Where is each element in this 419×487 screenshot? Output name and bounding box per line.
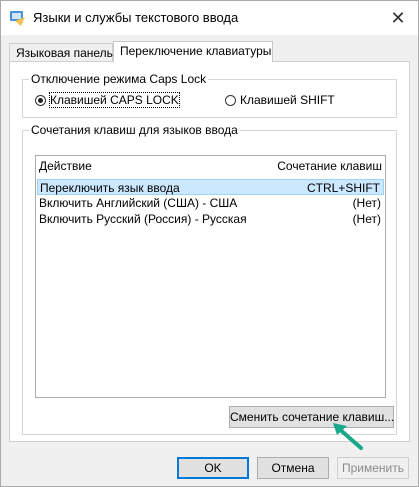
row-action: Включить Английский (США) - США bbox=[39, 196, 238, 210]
row-action: Включить Русский (Россия) - Русская bbox=[39, 212, 247, 226]
list-item[interactable]: Включить Русский (Россия) - Русская (Нет… bbox=[37, 211, 384, 227]
list-header: Действие Сочетание клавиш bbox=[36, 156, 385, 178]
hotkeys-list[interactable]: Действие Сочетание клавиш Переключить яз… bbox=[35, 155, 386, 398]
tab-language-bar[interactable]: Языковая панель bbox=[9, 43, 113, 61]
language-settings-icon bbox=[10, 11, 25, 26]
tab-panel: Отключение режима Caps Lock Клавишей CAP… bbox=[9, 61, 410, 442]
capslock-group: Отключение режима Caps Lock Клавишей CAP… bbox=[22, 72, 397, 118]
ok-button[interactable]: OK bbox=[177, 457, 249, 479]
radio-checked-icon bbox=[35, 94, 46, 106]
hotkeys-group: Сочетания клавиш для языков ввода Действ… bbox=[22, 123, 397, 435]
cancel-button[interactable]: Отмена bbox=[257, 457, 329, 479]
radio-capslock-key[interactable]: Клавишей CAPS LOCK bbox=[35, 92, 180, 108]
row-action: Переключить язык ввода bbox=[40, 181, 180, 195]
dialog-window: Языки и службы текстового ввода ✕ Языков… bbox=[0, 0, 419, 487]
radio-capslock-label: Клавишей CAPS LOCK bbox=[49, 92, 180, 108]
change-hotkey-button[interactable]: Сменить сочетание клавиш... bbox=[229, 406, 394, 428]
apply-button[interactable]: Применить bbox=[337, 457, 409, 479]
close-button[interactable]: ✕ bbox=[384, 4, 412, 32]
capslock-group-title: Отключение режима Caps Lock bbox=[29, 72, 209, 86]
column-keys[interactable]: Сочетание клавиш bbox=[277, 159, 382, 173]
list-item[interactable]: Включить Английский (США) - США (Нет) bbox=[37, 195, 384, 211]
column-action[interactable]: Действие bbox=[39, 159, 92, 173]
row-keys: (Нет) bbox=[352, 196, 381, 210]
radio-unchecked-icon bbox=[225, 94, 236, 106]
title-bar: Языки и службы текстового ввода ✕ bbox=[1, 1, 418, 35]
row-keys: CTRL+SHIFT bbox=[306, 181, 380, 195]
radio-shift-label: Клавишей SHIFT bbox=[240, 93, 335, 107]
list-item[interactable]: Переключить язык ввода CTRL+SHIFT bbox=[37, 179, 384, 195]
hotkeys-group-title: Сочетания клавиш для языков ввода bbox=[29, 123, 240, 137]
window-title: Языки и службы текстового ввода bbox=[33, 10, 239, 25]
tab-keyboard-switching[interactable]: Переключение клавиатуры bbox=[113, 41, 273, 62]
row-keys: (Нет) bbox=[352, 212, 381, 226]
radio-shift-key[interactable]: Клавишей SHIFT bbox=[225, 93, 335, 107]
pointer-arrow-icon bbox=[333, 423, 363, 450]
